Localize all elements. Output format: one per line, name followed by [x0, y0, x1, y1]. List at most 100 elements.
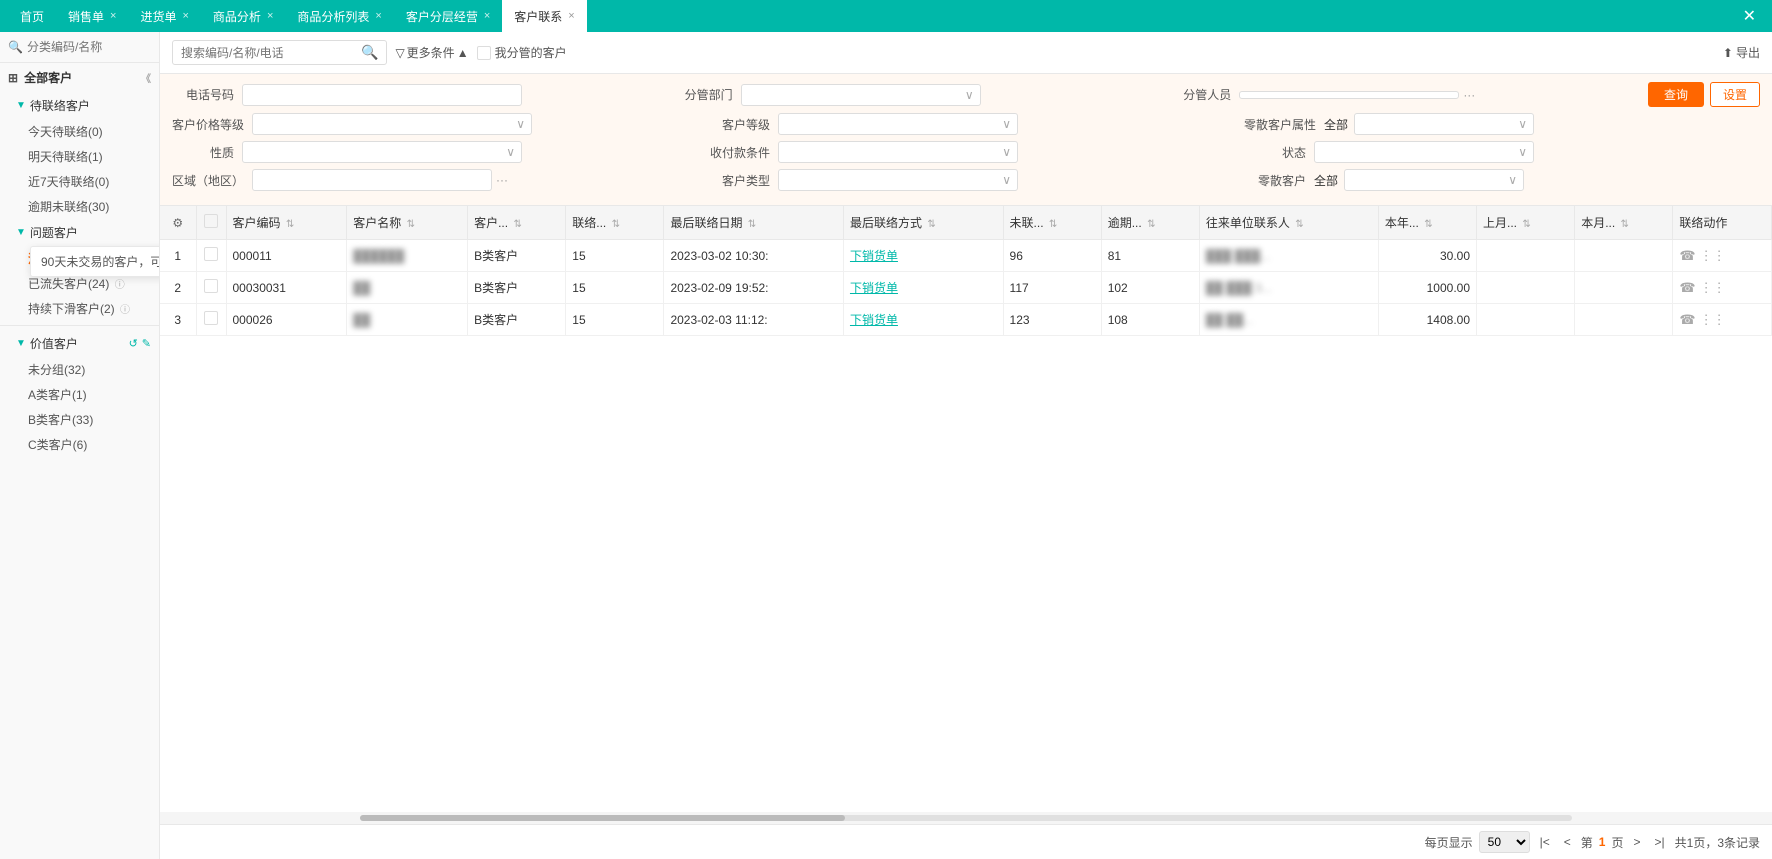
td-last-method-0[interactable]: 下销货单: [843, 240, 1003, 272]
payment-select[interactable]: ∨: [778, 141, 1018, 163]
action-icons-0[interactable]: ☎ ⋮⋮: [1679, 248, 1765, 264]
nav-item-analysis[interactable]: 商品分析 ×: [201, 0, 285, 32]
sort-icon-not-contact: ⇅: [1049, 219, 1057, 230]
th-contact[interactable]: 联络... ⇅: [566, 206, 664, 240]
filter-field-status: 状态 ∨: [1244, 141, 1760, 163]
manager-dots[interactable]: ···: [1463, 88, 1475, 102]
phone-action-icon-2[interactable]: ☎: [1679, 312, 1695, 328]
content-area: 🔍 ▽ 更多条件 ▲ 我分管的客户 ⬆ 导出 电话号码: [160, 32, 1772, 859]
status-select[interactable]: ∨: [1314, 141, 1534, 163]
more-action-icon-1[interactable]: ⋮⋮: [1700, 280, 1726, 296]
nav-item-purchase[interactable]: 进货单 ×: [128, 0, 200, 32]
pg-prev-button[interactable]: <: [1560, 833, 1575, 851]
sidebar-all-customers[interactable]: ⊞ 全部客户 《: [0, 63, 159, 92]
pg-next-button[interactable]: >: [1630, 833, 1645, 851]
nav-home[interactable]: 首页: [8, 0, 56, 32]
manager-select[interactable]: [1239, 91, 1459, 99]
sidebar-group-pending[interactable]: ▼ 待联络客户: [0, 92, 159, 119]
th-name[interactable]: 客户名称 ⇅: [347, 206, 468, 240]
refresh-icon[interactable]: ↺: [129, 337, 138, 350]
td-checkbox-2[interactable]: [196, 304, 226, 336]
td-last-method-2[interactable]: 下销货单: [843, 304, 1003, 336]
sidebar-item-b-class[interactable]: B类客户(33): [0, 407, 159, 432]
nav-close-analysis[interactable]: ×: [267, 10, 273, 22]
phone-action-icon-0[interactable]: ☎: [1679, 248, 1695, 264]
action-icons-1[interactable]: ☎ ⋮⋮: [1679, 280, 1765, 296]
sidebar-item-tomorrow-contact[interactable]: 明天待联络(1): [0, 144, 159, 169]
checkbox-icon[interactable]: [477, 46, 491, 60]
th-year-amount[interactable]: 本年... ⇅: [1378, 206, 1476, 240]
filter-search-input[interactable]: [181, 46, 361, 60]
nav-close-purchase[interactable]: ×: [182, 10, 188, 22]
nav-item-customer-contact[interactable]: 客户联系 ×: [502, 0, 586, 32]
nav-item-sales[interactable]: 销售单 ×: [56, 0, 128, 32]
close-all-button[interactable]: ✕: [1735, 6, 1764, 26]
nav-item-analysis-list[interactable]: 商品分析列表 ×: [285, 0, 393, 32]
sort-icon-name: ⇅: [407, 219, 415, 230]
region-input[interactable]: [252, 169, 492, 191]
price-level-select[interactable]: ∨: [252, 113, 532, 135]
row-checkbox-0[interactable]: [204, 247, 218, 261]
th-last-month[interactable]: 上月... ⇅: [1477, 206, 1575, 240]
retail-attr-select[interactable]: ∨: [1354, 113, 1534, 135]
filter-more-button[interactable]: ▽ 更多条件 ▲: [395, 44, 468, 61]
customer-type-select[interactable]: ∨: [778, 169, 1018, 191]
td-last-method-1[interactable]: 下销货单: [843, 272, 1003, 304]
region-dots[interactable]: ···: [496, 173, 508, 187]
table-settings-icon[interactable]: ⚙: [172, 216, 183, 230]
row-checkbox-1[interactable]: [204, 279, 218, 293]
nature-select[interactable]: ∨: [242, 141, 522, 163]
th-not-contact[interactable]: 未联... ⇅: [1003, 206, 1101, 240]
sidebar-item-c-class[interactable]: C类客户(6): [0, 432, 159, 457]
query-button[interactable]: 查询: [1648, 82, 1704, 107]
th-code[interactable]: 客户编码 ⇅: [226, 206, 347, 240]
per-page-select[interactable]: 50 20 100: [1479, 831, 1530, 853]
action-icons-2[interactable]: ☎ ⋮⋮: [1679, 312, 1765, 328]
customer-level-select[interactable]: ∨: [778, 113, 1018, 135]
retail-customer-select[interactable]: ∨: [1344, 169, 1524, 191]
nav-close-customer-contact[interactable]: ×: [568, 10, 574, 22]
arrow-icon-problem: ▼: [16, 227, 26, 238]
th-last-date[interactable]: 最后联络日期 ⇅: [664, 206, 844, 240]
phone-action-icon-1[interactable]: ☎: [1679, 280, 1695, 296]
more-action-icon-0[interactable]: ⋮⋮: [1700, 248, 1726, 264]
th-overdue[interactable]: 逾期... ⇅: [1101, 206, 1199, 240]
dept-select[interactable]: ∨: [741, 84, 981, 106]
sidebar-item-7day-contact[interactable]: 近7天待联络(0): [0, 169, 159, 194]
more-conditions-label: 更多条件: [407, 44, 455, 61]
sidebar-item-ungrouped[interactable]: 未分组(32): [0, 357, 159, 382]
th-contact2[interactable]: 往来单位联系人 ⇅: [1199, 206, 1378, 240]
phone-input[interactable]: [242, 84, 522, 106]
edit-icon[interactable]: ✎: [142, 337, 151, 350]
nav-close-sales[interactable]: ×: [110, 10, 116, 22]
sidebar-search-input[interactable]: [27, 40, 160, 54]
th-type[interactable]: 客户... ⇅: [468, 206, 566, 240]
all-customers-label: 全部客户: [24, 69, 72, 86]
th-last-method[interactable]: 最后联络方式 ⇅: [843, 206, 1003, 240]
horizontal-scrollbar[interactable]: [160, 812, 1772, 824]
pg-first-button[interactable]: |<: [1536, 833, 1554, 851]
filter-my-customers-checkbox[interactable]: 我分管的客户: [477, 44, 567, 61]
sidebar-item-declining[interactable]: 持续下滑客户(2) ⓘ: [0, 296, 159, 321]
pg-last-button[interactable]: >|: [1651, 833, 1669, 851]
sidebar-group-problem[interactable]: ▼ 问题客户: [0, 219, 159, 246]
td-last-date-0: 2023-03-02 10:30:: [664, 240, 844, 272]
select-all-checkbox[interactable]: [204, 214, 218, 228]
settings-button[interactable]: 设置: [1710, 82, 1760, 107]
filter-search-box: 🔍: [172, 40, 387, 65]
grid-icon: ⊞: [8, 71, 18, 85]
td-checkbox-1[interactable]: [196, 272, 226, 304]
nav-item-customer-tier[interactable]: 客户分层经营 ×: [394, 0, 502, 32]
more-action-icon-2[interactable]: ⋮⋮: [1700, 312, 1726, 328]
nav-close-analysis-list[interactable]: ×: [375, 10, 381, 22]
th-this-month[interactable]: 本月... ⇅: [1575, 206, 1673, 240]
sidebar-item-overdue-contact[interactable]: 逾期未联络(30): [0, 194, 159, 219]
td-checkbox-0[interactable]: [196, 240, 226, 272]
export-button[interactable]: ⬆ 导出: [1723, 44, 1760, 61]
nav-close-customer-tier[interactable]: ×: [484, 10, 490, 22]
sidebar-group-value[interactable]: ▼ 价值客户 ↺ ✎: [0, 330, 159, 357]
sidebar-item-a-class[interactable]: A类客户(1): [0, 382, 159, 407]
sidebar-item-today-contact[interactable]: 今天待联络(0): [0, 119, 159, 144]
filter-search-button[interactable]: 🔍: [361, 44, 378, 61]
row-checkbox-2[interactable]: [204, 311, 218, 325]
